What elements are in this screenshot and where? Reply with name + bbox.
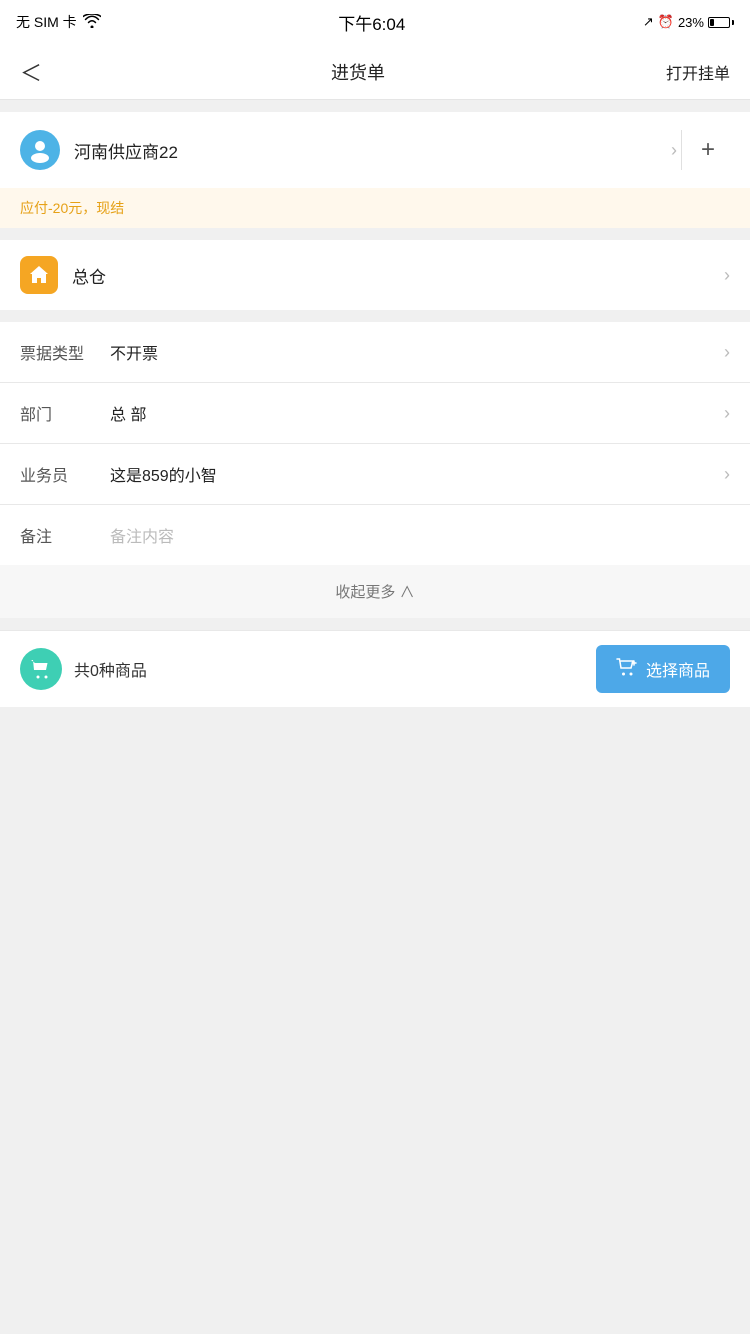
department-label: 部门 [20,401,110,425]
gap-2 [0,228,750,240]
remark-row[interactable]: 备注 备注内容 [0,505,750,565]
status-right: ↗ ⏰ 23% [643,14,734,30]
nav-bar: ＜ 进货单 打开挂单 [0,44,750,100]
form-card: 票据类型 不开票 › 部门 总 部 › 业务员 这是859的小智 › 备注 备注… [0,322,750,565]
collapse-label: 收起更多 ∧ [335,581,414,602]
notice-text: 应付-20元，现结 [20,200,124,216]
product-count: 共0种商品 [74,657,596,681]
invoice-type-value: 不开票 [110,340,716,364]
supplier-row[interactable]: 河南供应商22 › + [0,112,750,188]
carrier-label: 无 SIM 卡 [16,12,77,32]
invoice-type-row[interactable]: 票据类型 不开票 › [0,322,750,382]
salesperson-chevron-icon: › [724,464,730,485]
location-icon: ↗ [643,14,654,30]
invoice-type-chevron-icon: › [724,342,730,363]
department-value: 总 部 [110,401,716,425]
battery-icon [708,17,734,28]
salesperson-value: 这是859的小智 [110,462,716,486]
back-button[interactable]: ＜ [12,48,50,96]
department-chevron-icon: › [724,403,730,424]
status-time: 下午6:04 [338,10,405,35]
gap-1 [0,100,750,112]
supplier-chevron-icon: › [671,140,677,161]
battery-percent: 23% [678,15,704,30]
gap-4 [0,618,750,630]
supplier-card: 河南供应商22 › + 应付-20元，现结 [0,112,750,228]
page-title: 进货单 [331,59,385,85]
warehouse-icon [20,256,58,294]
select-product-label: 选择商品 [646,657,710,681]
supplier-name: 河南供应商22 [74,138,663,163]
remark-input[interactable]: 备注内容 [110,523,730,547]
collapse-button[interactable]: 收起更多 ∧ [0,565,750,618]
invoice-type-label: 票据类型 [20,340,110,364]
warehouse-card: 总仓 › [0,240,750,310]
warehouse-row[interactable]: 总仓 › [0,240,750,310]
add-supplier-button[interactable]: + [686,128,730,172]
warehouse-chevron-icon: › [724,265,730,286]
salesperson-row[interactable]: 业务员 这是859的小智 › [0,444,750,504]
alarm-icon: ⏰ [658,14,674,30]
gap-3 [0,310,750,322]
cart-icon-wrap [20,648,62,690]
wifi-icon [83,14,101,31]
select-product-icon [616,658,638,681]
notice-bar: 应付-20元，现结 [0,188,750,228]
salesperson-label: 业务员 [20,462,110,486]
warehouse-name: 总仓 [72,263,716,288]
select-product-button[interactable]: 选择商品 [596,645,730,693]
plus-icon: + [701,136,715,164]
status-left: 无 SIM 卡 [16,12,101,32]
supplier-avatar [20,130,60,170]
supplier-divider [681,130,682,170]
status-bar: 无 SIM 卡 下午6:04 ↗ ⏰ 23% [0,0,750,44]
open-pending-button[interactable]: 打开挂单 [666,60,730,84]
bottom-bar: 共0种商品 选择商品 [0,630,750,707]
remaining-space [0,707,750,1007]
department-row[interactable]: 部门 总 部 › [0,383,750,443]
remark-label: 备注 [20,523,110,547]
